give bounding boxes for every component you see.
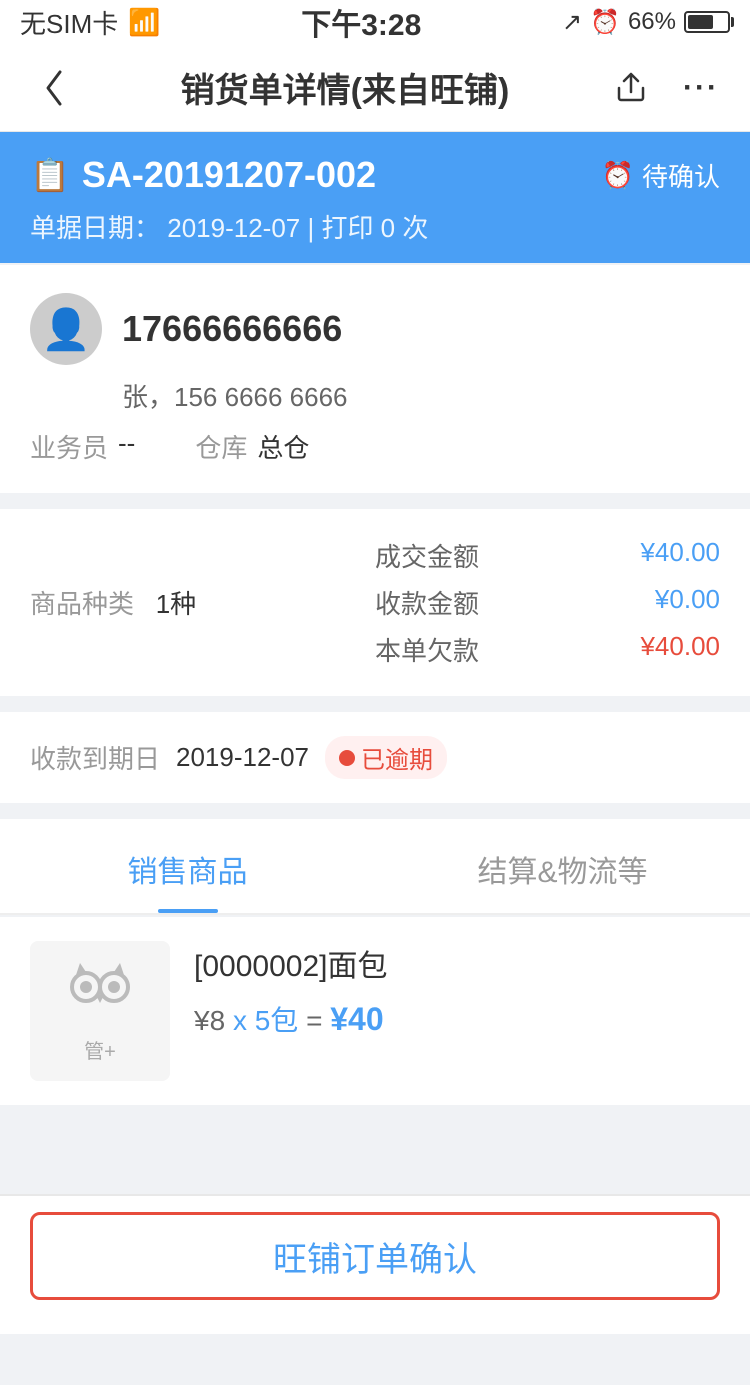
tab-sales-products[interactable]: 销售商品 [0, 819, 375, 913]
location-icon: ↗ [562, 8, 582, 37]
amount-row-2: 本单欠款 ¥40.00 [375, 631, 720, 668]
warehouse: 仓库 总仓 [195, 428, 309, 465]
overdue-badge: 已逾期 [325, 736, 447, 779]
amount-label-0: 成交金额 [375, 537, 479, 574]
tab-label-0: 销售商品 [128, 856, 248, 889]
battery-percent: 66% [628, 8, 676, 36]
price-multiply-symbol: x [233, 1005, 247, 1036]
sales-value: -- [118, 428, 135, 465]
customer-phone: 17666666666 [122, 308, 342, 350]
status-bar: 无SIM卡 📶 下午3:28 ↗ ⏰ 66% [0, 0, 750, 44]
status-time: 下午3:28 [301, 0, 421, 44]
item-count: 商品种类 1种 [30, 584, 375, 621]
status-left: 无SIM卡 📶 [20, 4, 161, 41]
battery-icon [684, 11, 730, 33]
price-total: ¥40 [330, 1001, 383, 1037]
banner-top: 📋 SA-20191207-002 ⏰ 待确认 [30, 154, 720, 196]
product-price: ¥8 x 5包 = ¥40 [194, 999, 720, 1039]
warehouse-value: 总仓 [257, 428, 309, 465]
item-count-value: 1种 [156, 589, 196, 619]
amount-row-0: 成交金额 ¥40.00 [375, 537, 720, 574]
status-right: ↗ ⏰ 66% [562, 8, 730, 37]
wifi-icon: 📶 [128, 7, 160, 38]
confirm-button-label: 旺铺订单确认 [273, 1232, 477, 1281]
price-unit: ¥8 [194, 1005, 225, 1036]
amount-value-0: ¥40.00 [640, 537, 720, 574]
confirm-order-button[interactable]: 旺铺订单确认 [30, 1212, 720, 1300]
customer-name: 张，156 6666 6666 [30, 377, 720, 414]
avatar-icon: 👤 [41, 306, 91, 353]
tab-settlement[interactable]: 结算&物流等 [375, 819, 750, 913]
tab-label-1: 结算&物流等 [477, 856, 647, 889]
amount-row-1: 收款金额 ¥0.00 [375, 584, 720, 621]
carrier-label: 无SIM卡 [20, 4, 118, 41]
status-text: 待确认 [642, 157, 720, 194]
back-button[interactable] [24, 58, 84, 118]
customer-meta: 业务员 -- 仓库 总仓 [30, 428, 720, 465]
order-status: ⏰ 待确认 [602, 157, 720, 194]
product-thumbnail: 管+ [30, 941, 170, 1081]
bottom-bar: 旺铺订单确认 [0, 1194, 750, 1334]
customer-section: 👤 17666666666 张，156 6666 6666 业务员 -- 仓库 … [0, 265, 750, 493]
amount-label-1: 收款金额 [375, 584, 479, 621]
product-logo: 管+ [60, 959, 140, 1064]
order-id-text: SA-20191207-002 [82, 154, 376, 196]
status-clock-icon: ⏰ [602, 160, 634, 191]
nav-actions: ··· [606, 63, 726, 113]
summary-left: 商品种类 1种 [30, 537, 375, 668]
amount-label-2: 本单欠款 [375, 631, 479, 668]
due-date-value: 2019-12-07 [176, 742, 309, 773]
price-quantity: 5包 [255, 1005, 299, 1036]
due-section: 收款到期日 2019-12-07 已逾期 [0, 712, 750, 803]
date-label: 单据日期： [30, 213, 160, 243]
warehouse-label: 仓库 [195, 428, 247, 465]
print-info: | 打印 0 次 [307, 213, 428, 243]
item-count-label: 商品种类 [30, 589, 134, 619]
order-date: 单据日期： 2019-12-07 | 打印 0 次 [30, 208, 720, 245]
product-name: [0000002]面包 [194, 941, 720, 985]
order-banner: 📋 SA-20191207-002 ⏰ 待确认 单据日期： 2019-12-07… [0, 132, 750, 263]
sales-label: 业务员 [30, 428, 108, 465]
summary-section: 商品种类 1种 成交金额 ¥40.00 收款金额 ¥0.00 本单欠款 ¥40.… [0, 509, 750, 696]
summary-right: 成交金额 ¥40.00 收款金额 ¥0.00 本单欠款 ¥40.00 [375, 537, 720, 668]
amount-value-2: ¥40.00 [640, 631, 720, 668]
customer-avatar: 👤 [30, 293, 102, 365]
price-equals-symbol: = [306, 1005, 322, 1036]
customer-row: 👤 17666666666 [30, 293, 720, 365]
date-value: 2019-12-07 [167, 213, 300, 243]
tabs-section: 销售商品 结算&物流等 [0, 819, 750, 915]
product-section: 管+ [0000002]面包 ¥8 x 5包 = ¥40 [0, 917, 750, 1105]
more-icon: ··· [683, 71, 719, 105]
more-button[interactable]: ··· [676, 63, 726, 113]
product-details: [0000002]面包 ¥8 x 5包 = ¥40 [194, 941, 720, 1039]
product-image: 管+ [30, 941, 170, 1081]
logo-text: 管+ [84, 1035, 116, 1064]
order-icon: 📋 [30, 156, 70, 194]
share-button[interactable] [606, 63, 656, 113]
amount-value-1: ¥0.00 [655, 584, 720, 621]
battery-fill [688, 15, 713, 29]
sales-rep: 业务员 -- [30, 428, 135, 465]
overdue-text: 已逾期 [361, 740, 433, 775]
alarm-icon: ⏰ [590, 8, 620, 37]
tab-underline [158, 909, 218, 913]
due-label: 收款到期日 [30, 739, 160, 776]
order-id: 📋 SA-20191207-002 [30, 154, 376, 196]
nav-bar: 销货单详情(来自旺铺) ··· [0, 44, 750, 132]
overdue-indicator [339, 750, 355, 766]
page-title: 销货单详情(来自旺铺) [84, 63, 606, 112]
